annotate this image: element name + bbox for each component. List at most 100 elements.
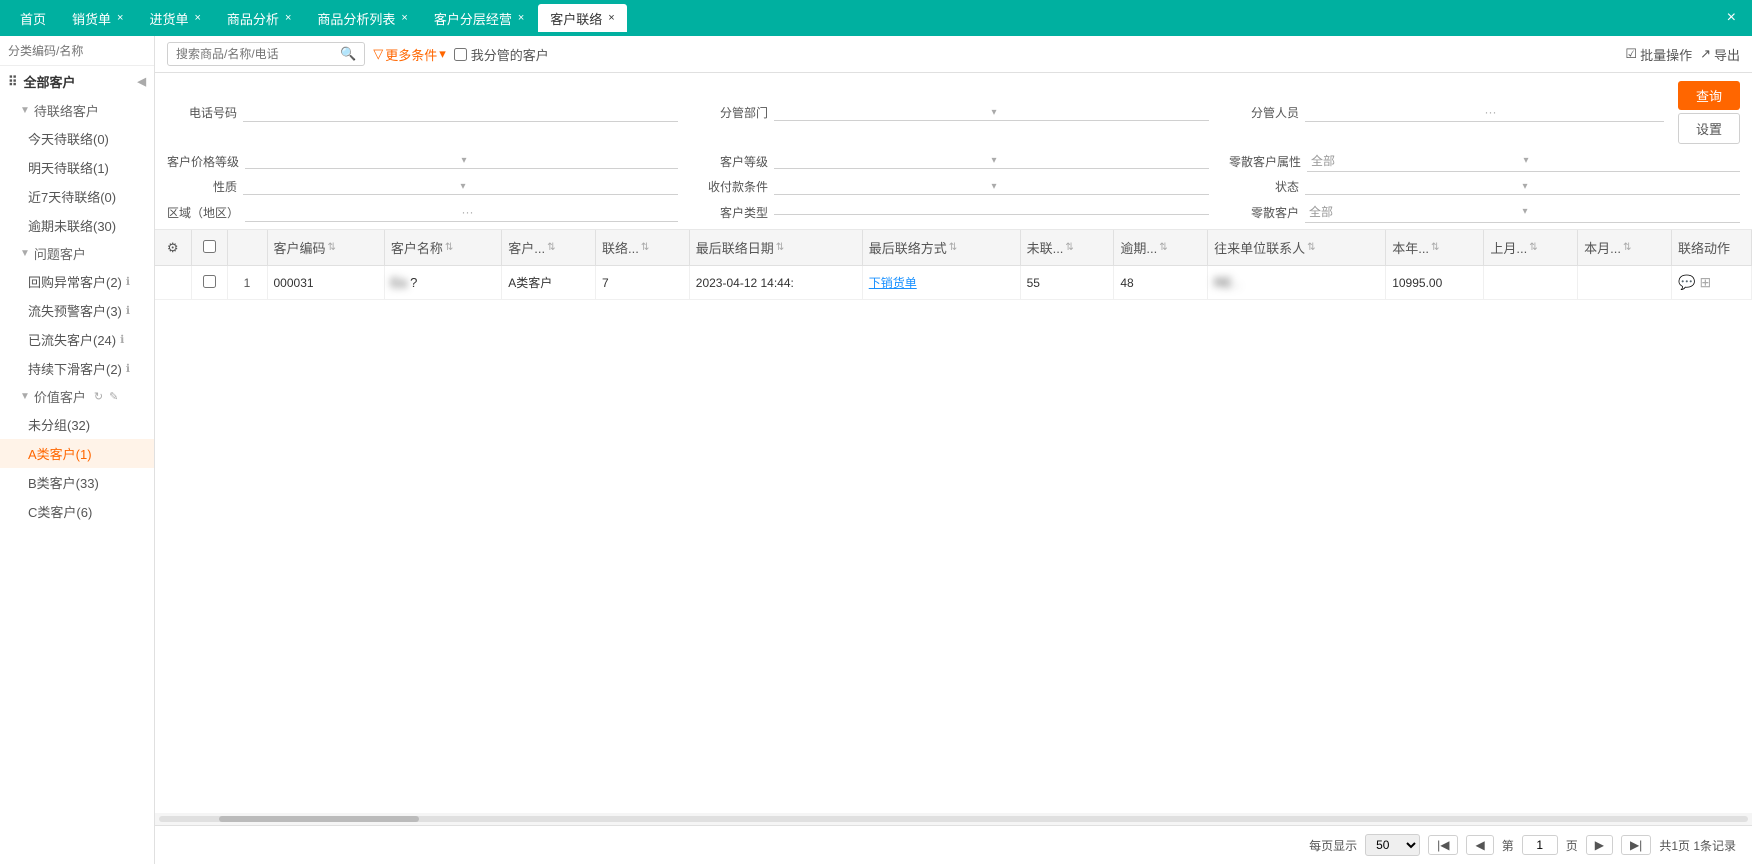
nature-select[interactable]: ▾ bbox=[243, 179, 678, 195]
info-icon: ℹ bbox=[120, 333, 124, 346]
customer-level-label: 客户等级 bbox=[698, 153, 768, 170]
retail-attr-select[interactable]: 全部 ▾ bbox=[1307, 150, 1740, 172]
prev-page-button[interactable]: ◀ bbox=[1466, 835, 1493, 855]
chevron-down-icon: ▾ bbox=[1523, 206, 1737, 217]
th-this-year[interactable]: 本年...⇅ bbox=[1386, 230, 1484, 266]
refresh-icon[interactable]: ↻ bbox=[94, 390, 103, 403]
nav-tab-4[interactable]: 客户分层经营 × bbox=[422, 4, 536, 32]
customer-table: ⚙ 客户编码⇅ 客户名称⇅ 客户...⇅ bbox=[155, 230, 1752, 300]
row-checkbox-cell[interactable] bbox=[191, 266, 227, 300]
tab-close-3[interactable]: × bbox=[401, 12, 407, 24]
select-all-checkbox[interactable] bbox=[203, 240, 216, 253]
th-last-method[interactable]: 最后联络方式⇅ bbox=[862, 230, 1020, 266]
page-number-input[interactable] bbox=[1522, 835, 1558, 855]
per-page-select[interactable]: 50 100 200 bbox=[1365, 834, 1420, 856]
sidebar-item-c-class[interactable]: C类客户(6) bbox=[0, 497, 154, 526]
setting-button[interactable]: 设置 bbox=[1678, 113, 1740, 144]
region-select[interactable]: ··· bbox=[245, 203, 678, 222]
last-page-button[interactable]: ▶| bbox=[1621, 835, 1651, 855]
sidebar-item-overdue[interactable]: 逾期未联络(30) bbox=[0, 211, 154, 240]
customer-level-select[interactable]: ▾ bbox=[774, 153, 1209, 169]
price-level-select[interactable]: ▾ bbox=[245, 153, 678, 169]
tab-close-1[interactable]: × bbox=[194, 12, 200, 24]
payment-select[interactable]: ▾ bbox=[774, 179, 1209, 195]
sidebar-item-b-class[interactable]: B类客户(33) bbox=[0, 468, 154, 497]
my-customers-filter[interactable]: 我分管的客户 bbox=[454, 45, 549, 64]
sidebar-group-value[interactable]: ▼ 价值客户 ↻ ✎ bbox=[0, 383, 154, 410]
customer-table-wrapper: ⚙ 客户编码⇅ 客户名称⇅ 客户...⇅ bbox=[155, 230, 1752, 813]
th-unit-contact[interactable]: 往来单位联系人⇅ bbox=[1208, 230, 1386, 266]
tab-close-0[interactable]: × bbox=[117, 12, 123, 24]
group-label-pending: 待联络客户 bbox=[34, 101, 99, 120]
sidebar-item-a-class[interactable]: A类客户(1) bbox=[0, 439, 154, 468]
sidebar-item-7days[interactable]: 近7天待联络(0) bbox=[0, 182, 154, 211]
th-settings[interactable]: ⚙ bbox=[155, 230, 191, 266]
row-checkbox[interactable] bbox=[203, 275, 216, 288]
th-this-month[interactable]: 本月...⇅ bbox=[1578, 230, 1672, 266]
query-button[interactable]: 查询 bbox=[1678, 81, 1740, 110]
sidebar-search-input[interactable] bbox=[8, 44, 155, 58]
sidebar-all-customers[interactable]: ⠿ 全部客户 ◀ bbox=[0, 66, 154, 97]
sidebar-search-bar[interactable]: 🔍 bbox=[0, 36, 154, 66]
customer-type-select[interactable] bbox=[774, 210, 1209, 215]
sort-icon: ⇅ bbox=[1431, 242, 1439, 253]
chevron-down-icon: ▾ bbox=[1524, 155, 1737, 166]
nav-tab-2[interactable]: 商品分析 × bbox=[215, 4, 303, 32]
nav-tab-3[interactable]: 商品分析列表 × bbox=[305, 4, 419, 32]
sidebar-item-today[interactable]: 今天待联络(0) bbox=[0, 124, 154, 153]
window-close-button[interactable]: × bbox=[1719, 9, 1744, 27]
status-select[interactable]: ▾ bbox=[1305, 179, 1740, 195]
my-customers-checkbox[interactable] bbox=[454, 48, 467, 61]
horizontal-scrollbar[interactable] bbox=[155, 813, 1752, 825]
manager-select[interactable]: ··· bbox=[1305, 103, 1664, 122]
sidebar-item-tomorrow[interactable]: 明天待联络(1) bbox=[0, 153, 154, 182]
item-label: 流失预警客户(3) bbox=[28, 301, 122, 320]
sidebar-item-churned[interactable]: 已流失客户(24) ℹ bbox=[0, 325, 154, 354]
th-overdue[interactable]: 逾期...⇅ bbox=[1114, 230, 1208, 266]
th-last-date[interactable]: 最后联络日期⇅ bbox=[689, 230, 862, 266]
item-label: 持续下滑客户(2) bbox=[28, 359, 122, 378]
th-contact[interactable]: 联络...⇅ bbox=[596, 230, 690, 266]
export-button[interactable]: ↗ 导出 bbox=[1700, 45, 1740, 64]
th-checkbox[interactable] bbox=[191, 230, 227, 266]
filter-search-input[interactable] bbox=[176, 47, 336, 61]
filter-more-button[interactable]: ▽ 更多条件 ▾ bbox=[373, 45, 446, 64]
first-page-button[interactable]: |◀ bbox=[1428, 835, 1458, 855]
th-name[interactable]: 客户名称⇅ bbox=[384, 230, 501, 266]
tab-close-5[interactable]: × bbox=[608, 12, 614, 24]
th-last-month[interactable]: 上月...⇅ bbox=[1484, 230, 1578, 266]
last-contact-method[interactable]: 下销货单 bbox=[862, 266, 1020, 300]
sidebar-item-churn-warning[interactable]: 流失预警客户(3) ℹ bbox=[0, 296, 154, 325]
nav-tab-0[interactable]: 销货单 × bbox=[60, 4, 135, 32]
nature-label: 性质 bbox=[167, 178, 237, 195]
dept-select[interactable]: ▾ bbox=[774, 105, 1209, 121]
sidebar-group-pending[interactable]: ▼ 待联络客户 bbox=[0, 97, 154, 124]
qrcode-icon[interactable]: ⊞ bbox=[1699, 274, 1711, 291]
batch-op-button[interactable]: ☑ 批量操作 bbox=[1625, 45, 1692, 64]
scrollbar-thumb[interactable] bbox=[219, 816, 419, 822]
filter-search-box[interactable]: 🔍 bbox=[167, 42, 365, 66]
nav-tab-5[interactable]: 客户联络 × bbox=[538, 4, 626, 32]
edit-icon[interactable]: ✎ bbox=[109, 390, 118, 403]
sidebar-item-abnormal[interactable]: 回购异常客户(2) ℹ bbox=[0, 267, 154, 296]
chevron-down-icon: ▾ bbox=[992, 181, 1206, 192]
scrollbar-track[interactable] bbox=[159, 816, 1748, 822]
all-customers-label: 全部客户 bbox=[24, 72, 76, 91]
phone-input[interactable] bbox=[243, 103, 678, 122]
sidebar-item-declining[interactable]: 持续下滑客户(2) ℹ bbox=[0, 354, 154, 383]
tab-close-4[interactable]: × bbox=[518, 12, 524, 24]
th-uncontacted[interactable]: 未联...⇅ bbox=[1020, 230, 1114, 266]
retail-customer-select[interactable]: 全部 ▾ bbox=[1305, 201, 1740, 223]
next-page-button[interactable]: ▶ bbox=[1586, 835, 1613, 855]
th-type[interactable]: 客户...⇅ bbox=[502, 230, 596, 266]
overdue-days: 48 bbox=[1114, 266, 1208, 300]
info-icon: ℹ bbox=[126, 362, 130, 375]
comment-icon[interactable]: 💬 bbox=[1678, 274, 1695, 291]
nav-tab-1[interactable]: 进货单 × bbox=[137, 4, 212, 32]
sidebar-group-problem[interactable]: ▼ 问题客户 bbox=[0, 240, 154, 267]
page-label: 第 bbox=[1502, 837, 1514, 854]
th-code[interactable]: 客户编码⇅ bbox=[267, 230, 384, 266]
nav-home[interactable]: 首页 bbox=[8, 4, 58, 32]
tab-close-2[interactable]: × bbox=[285, 12, 291, 24]
sidebar-item-unclassified[interactable]: 未分组(32) bbox=[0, 410, 154, 439]
